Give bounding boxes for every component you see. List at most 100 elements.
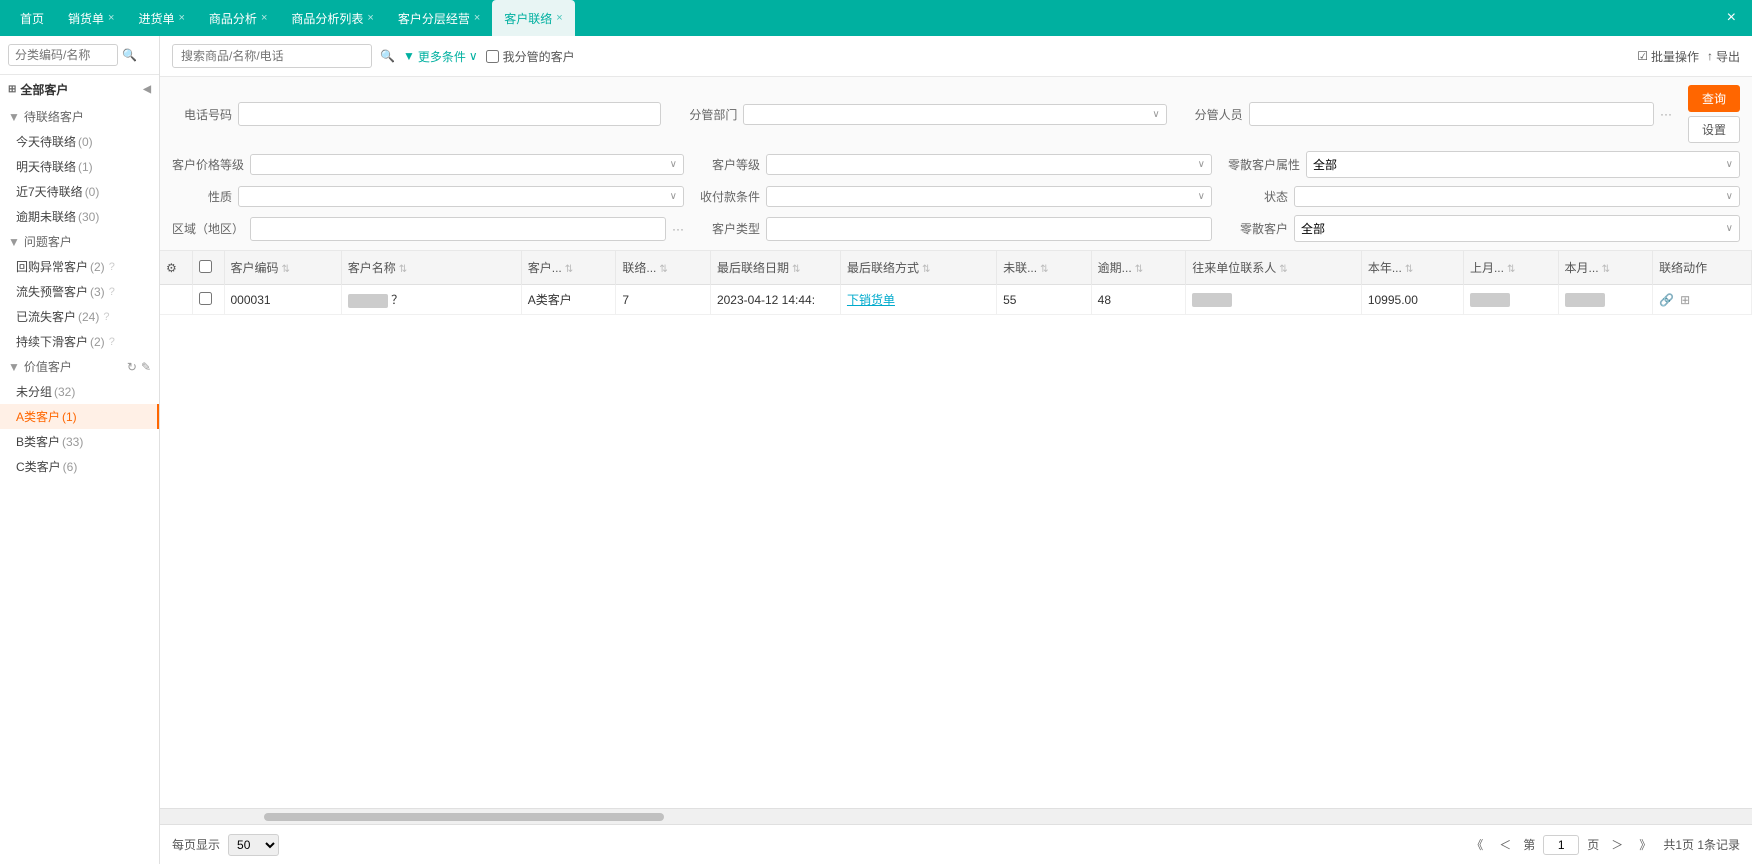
- nav-analysis-list[interactable]: 商品分析列表 ×: [279, 0, 385, 36]
- sidebar-item-7days[interactable]: 近7天待联络(0): [0, 179, 159, 204]
- settings-button[interactable]: 设置: [1688, 116, 1740, 143]
- sidebar-pending-group[interactable]: ▼ 待联络客户: [0, 104, 159, 129]
- sidebar-value-group[interactable]: ▼ 价值客户 ↻ ✎: [0, 354, 159, 379]
- phone-label: 电话号码: [172, 106, 232, 123]
- manager-more[interactable]: ···: [1660, 107, 1672, 121]
- pending-arrow: ▼: [8, 110, 20, 124]
- last-page-btn[interactable]: 》: [1635, 834, 1655, 855]
- sidebar-item-c-class[interactable]: C类客户(6): [0, 454, 159, 479]
- nature-select[interactable]: ∨: [238, 186, 684, 207]
- filter-row-3: 性质 ∨ 收付款条件 ∨ 状态: [172, 186, 1740, 207]
- sidebar-item-overdue[interactable]: 逾期未联络(30): [0, 204, 159, 229]
- nav-purchase-close[interactable]: ×: [178, 12, 184, 24]
- row-select-checkbox[interactable]: [199, 292, 212, 305]
- customer-type-input[interactable]: [766, 217, 1212, 241]
- sort-code[interactable]: ⇅: [282, 264, 290, 275]
- sidebar-item-a-class[interactable]: A类客户(1): [0, 404, 159, 429]
- price-level-select[interactable]: ∨: [250, 154, 684, 175]
- sort-overdue[interactable]: ⇅: [1135, 264, 1143, 275]
- sidebar-item-churn-warning[interactable]: 流失预警客户(3) ?: [0, 279, 159, 304]
- manager-input[interactable]: [1249, 102, 1654, 126]
- sidebar-problem-group[interactable]: ▼ 问题客户: [0, 229, 159, 254]
- region-input[interactable]: [250, 217, 666, 241]
- query-button[interactable]: 查询: [1688, 85, 1740, 112]
- retail-customer-select[interactable]: 全部 ∨: [1294, 215, 1740, 242]
- select-all-checkbox[interactable]: [199, 260, 212, 273]
- sort-this-year[interactable]: ⇅: [1405, 264, 1413, 275]
- next-page-btn[interactable]: ＞: [1607, 834, 1627, 855]
- window-close-button[interactable]: ×: [1719, 9, 1744, 27]
- nav-analysis-list-close[interactable]: ×: [367, 12, 373, 24]
- my-customers-checkbox[interactable]: [486, 50, 499, 63]
- this-month-blurred: [1565, 293, 1605, 307]
- my-customers-filter[interactable]: 我分管的客户: [486, 48, 575, 65]
- sidebar-item-today[interactable]: 今天待联络(0): [0, 129, 159, 154]
- filter-customer-type: 客户类型: [700, 217, 1212, 241]
- help-icon-4: ?: [109, 336, 115, 348]
- nav-customer-contact-close[interactable]: ×: [556, 12, 562, 24]
- nav-analysis-close[interactable]: ×: [261, 12, 267, 24]
- sidebar-item-declining[interactable]: 持续下滑客户(2) ?: [0, 329, 159, 354]
- filter-search-input[interactable]: [172, 44, 372, 68]
- batch-op-btn[interactable]: ☑ 批量操作: [1637, 48, 1699, 65]
- filter-search-icon[interactable]: 🔍: [380, 49, 395, 63]
- page-size-label: 每页显示: [172, 836, 220, 853]
- retail-attr-select[interactable]: 全部 ∨: [1306, 151, 1740, 178]
- query-buttons: 查询 设置: [1688, 85, 1740, 143]
- sort-contact-person[interactable]: ⇅: [1279, 264, 1287, 275]
- scroll-thumb[interactable]: [264, 813, 664, 821]
- sidebar-item-unsorted[interactable]: 未分组(32): [0, 379, 159, 404]
- col-action: 联络动作: [1653, 251, 1752, 285]
- sort-name[interactable]: ⇅: [399, 264, 407, 275]
- status-select[interactable]: ∨: [1294, 186, 1740, 207]
- edit-icon[interactable]: ✎: [141, 360, 151, 374]
- nav-customer-contact[interactable]: 客户联络 ×: [492, 0, 574, 36]
- payment-chevron: ∨: [1198, 191, 1205, 202]
- sort-last-month[interactable]: ⇅: [1507, 264, 1515, 275]
- export-btn[interactable]: ↑ 导出: [1707, 48, 1740, 65]
- sidebar-item-b-class[interactable]: B类客户(33): [0, 429, 159, 454]
- more-conditions-btn[interactable]: ▼ 更多条件 ∨: [403, 48, 478, 65]
- link-icon[interactable]: 🔗: [1659, 293, 1674, 307]
- payment-select[interactable]: ∨: [766, 186, 1212, 207]
- customer-level-select[interactable]: ∨: [766, 154, 1212, 175]
- sidebar-item-churned[interactable]: 已流失客户(24) ?: [0, 304, 159, 329]
- last-month-blurred: [1470, 293, 1510, 307]
- sidebar-item-tomorrow[interactable]: 明天待联络(1): [0, 154, 159, 179]
- horizontal-scrollbar[interactable]: [160, 808, 1752, 824]
- sidebar-all-customers[interactable]: ⊞ 全部客户 ◀: [0, 75, 159, 104]
- nav-analysis[interactable]: 商品分析 ×: [197, 0, 279, 36]
- sort-uncontacted[interactable]: ⇅: [1040, 264, 1048, 275]
- filter-dept: 分管部门 ∨: [677, 104, 1166, 125]
- col-level: 客户...⇅: [521, 251, 616, 285]
- nav-customer-segment[interactable]: 客户分层经营 ×: [386, 0, 492, 36]
- phone-input[interactable]: [238, 102, 661, 126]
- customer-level-label: 客户等级: [700, 156, 760, 173]
- refresh-icon[interactable]: ↻: [127, 360, 137, 374]
- sidebar-item-rebuy-anomaly[interactable]: 回购异常客户(2) ?: [0, 254, 159, 279]
- page-size-select[interactable]: 50 100 200: [228, 834, 279, 856]
- table-settings-icon[interactable]: ⚙: [166, 261, 177, 275]
- region-more[interactable]: ···: [672, 222, 684, 236]
- sidebar-search-icon[interactable]: 🔍: [122, 48, 137, 62]
- sort-level[interactable]: ⇅: [565, 264, 573, 275]
- sort-this-month[interactable]: ⇅: [1602, 264, 1610, 275]
- sort-last-date[interactable]: ⇅: [792, 264, 800, 275]
- nav-purchase[interactable]: 进货单 ×: [126, 0, 196, 36]
- sidebar-search-input[interactable]: [8, 44, 118, 66]
- last-method-link[interactable]: 下销货单: [847, 293, 895, 307]
- first-page-btn[interactable]: 《: [1467, 834, 1487, 855]
- grid-action-icon[interactable]: ⊞: [1680, 293, 1690, 307]
- dept-select[interactable]: ∨: [743, 104, 1166, 125]
- sort-contacts[interactable]: ⇅: [659, 264, 667, 275]
- sort-last-method[interactable]: ⇅: [922, 264, 930, 275]
- table-row: 000031 ？ A类客户 7 2023-04-12 14:44: 下销货单 5…: [160, 285, 1752, 315]
- nav-home[interactable]: 首页: [8, 0, 56, 36]
- nav-sales-close[interactable]: ×: [108, 12, 114, 24]
- page-number-input[interactable]: [1543, 835, 1579, 855]
- cell-code: 000031: [224, 285, 341, 315]
- prev-page-btn[interactable]: ＜: [1495, 834, 1515, 855]
- manager-label: 分管人员: [1183, 106, 1243, 123]
- nav-sales[interactable]: 销货单 ×: [56, 0, 126, 36]
- nav-customer-segment-close[interactable]: ×: [474, 12, 480, 24]
